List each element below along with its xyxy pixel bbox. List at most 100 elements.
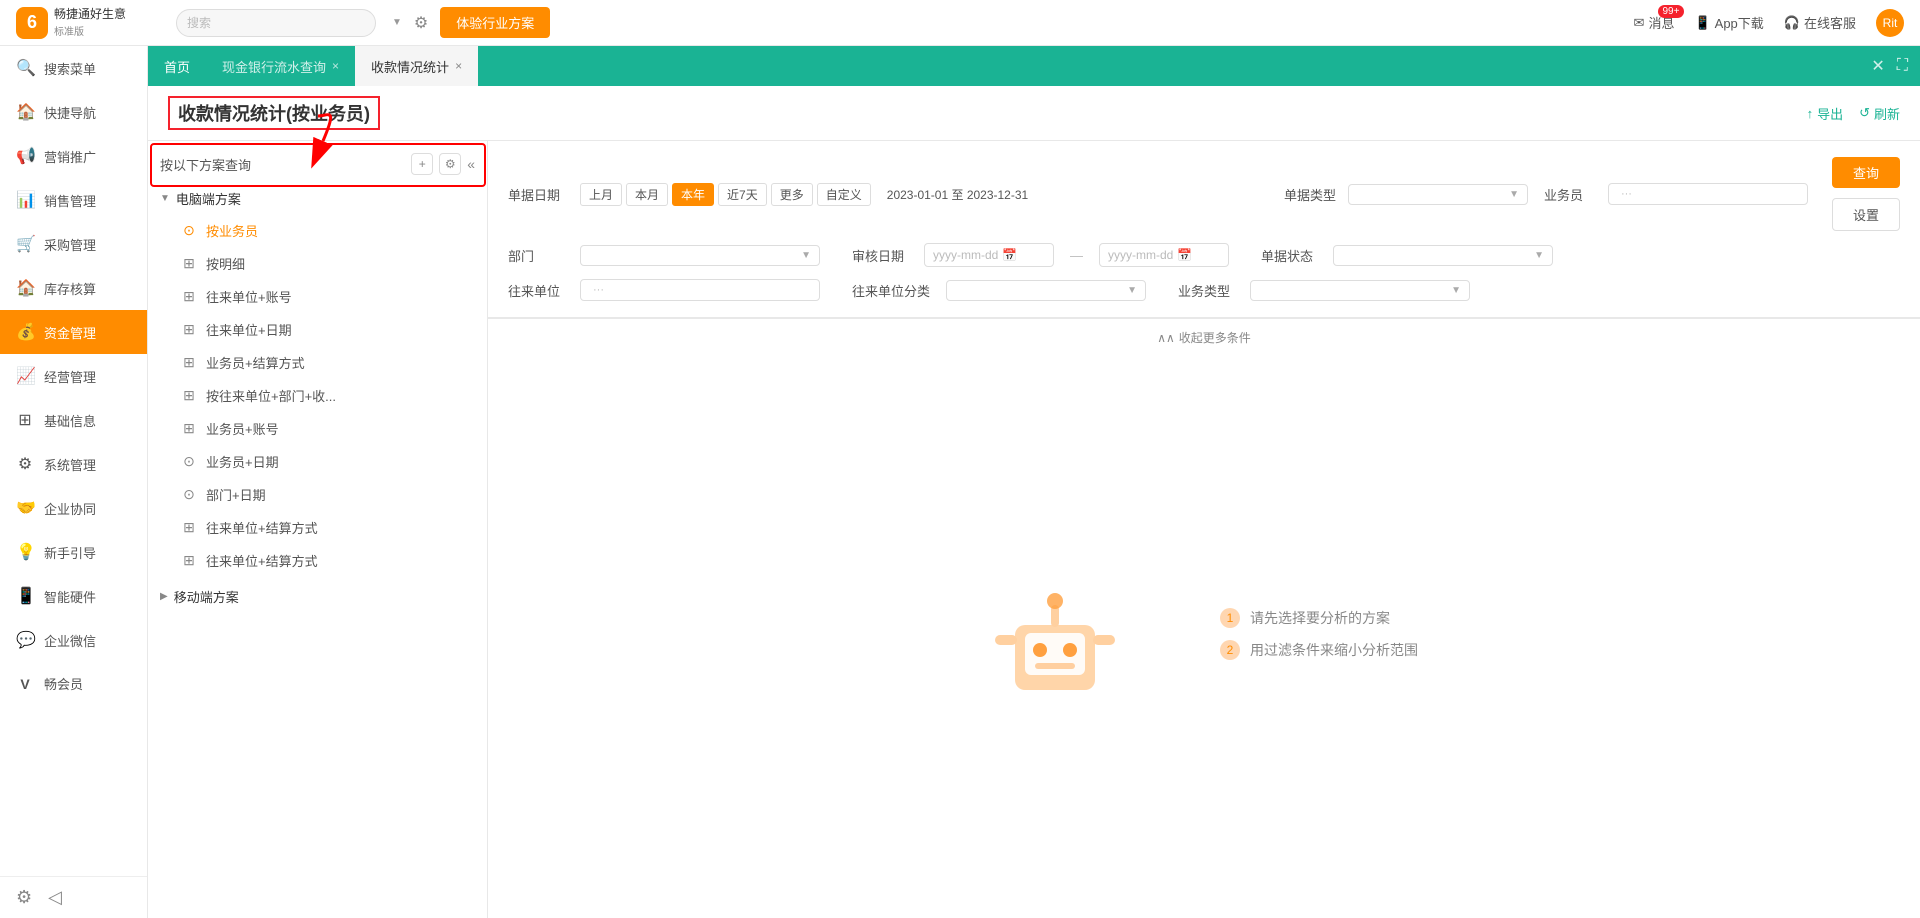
review-date-start[interactable]: yyyy-mm-dd 📅 — [924, 243, 1054, 267]
scheme-item-by-detail[interactable]: ⊞ 按明细 — [148, 247, 487, 280]
salesman-account-label: 业务员+账号 — [206, 419, 279, 438]
filter-row-partner: 往来单位 ··· 往来单位分类 ▼ 业务类型 ▼ — [508, 279, 1900, 301]
salesman-select[interactable]: ··· — [1608, 183, 1808, 205]
biz-type-arrow-icon: ▼ — [1451, 285, 1461, 296]
vip-icon: V — [16, 676, 34, 692]
scheme-settings-icon[interactable]: ⚙ — [439, 153, 461, 175]
shortcut-more[interactable]: 更多 — [771, 183, 813, 206]
sidebar-item-label: 销售管理 — [44, 191, 96, 210]
scheme-item-partner-date[interactable]: ⊞ 往来单位+日期 — [148, 313, 487, 346]
sidebar-item-label: 搜索菜单 — [44, 59, 96, 78]
enterprise-icon: 🤝 — [16, 498, 34, 518]
biz-type-select[interactable]: ▼ — [1250, 280, 1470, 301]
sidebar-item-basic[interactable]: ⊞ 基础信息 — [0, 398, 147, 442]
scheme-item-salesman-account[interactable]: ⊞ 业务员+账号 — [148, 412, 487, 445]
collapse-bottom-icon[interactable]: ◁ — [48, 887, 62, 908]
mobile-group-arrow: ▶ — [160, 591, 168, 602]
sidebar-item-finance[interactable]: 💰 资金管理 — [0, 310, 147, 354]
search-bar[interactable]: 搜索 — [176, 9, 376, 37]
panel-collapse-icon[interactable]: « — [467, 156, 475, 172]
refresh-button[interactable]: ↺ 刷新 — [1859, 104, 1900, 123]
right-panel: 单据日期 上月 本月 本年 近7天 更多 自定义 2023-01-01 至 20… — [488, 141, 1920, 918]
user-avatar[interactable]: Rit — [1876, 9, 1904, 37]
guide-icon: 💡 — [16, 542, 34, 562]
tip-num-1: 1 — [1220, 608, 1240, 628]
sidebar-item-operations[interactable]: 📈 经营管理 — [0, 354, 147, 398]
sidebar-item-warehouse[interactable]: 🏠 库存核算 — [0, 266, 147, 310]
scheme-item-partner-dept[interactable]: ⊞ 按往来单位+部门+收... — [148, 379, 487, 412]
export-label: 导出 — [1817, 104, 1843, 123]
doc-status-select[interactable]: ▼ — [1333, 245, 1553, 266]
sidebar-item-enterprise[interactable]: 🤝 企业协同 — [0, 486, 147, 530]
operations-icon: 📈 — [16, 366, 34, 386]
scheme-item-partner-account[interactable]: ⊞ 往来单位+账号 — [148, 280, 487, 313]
calendar-icon-1: 📅 — [1002, 248, 1017, 262]
header-dropdown-arrow[interactable]: ▼ — [392, 17, 402, 28]
mobile-group-header[interactable]: ▶ 移动端方案 — [148, 581, 487, 612]
add-scheme-button[interactable]: + — [411, 153, 433, 175]
sidebar-item-search-menu[interactable]: 🔍 搜索菜单 — [0, 46, 147, 90]
gear-icon[interactable]: ⚙ — [414, 13, 428, 33]
partner-settle1-label: 往来单位+结算方式 — [206, 518, 318, 537]
desktop-group-header[interactable]: ▼ 电脑端方案 — [148, 183, 487, 214]
scheme-item-partner-settle2[interactable]: ⊞ 往来单位+结算方式 — [148, 544, 487, 577]
salesman-settle-icon: ⊞ — [180, 354, 198, 371]
sidebar-item-purchase[interactable]: 🛒 采购管理 — [0, 222, 147, 266]
logo-text: 畅捷通好生意 — [54, 7, 126, 23]
sidebar-item-quick-nav[interactable]: 🏠 快捷导航 — [0, 90, 147, 134]
sidebar-item-vip[interactable]: V 畅会员 — [0, 662, 147, 705]
export-button[interactable]: ↑ 导出 — [1807, 104, 1844, 123]
scheme-item-dept-date[interactable]: ⊙ 部门+日期 — [148, 478, 487, 511]
online-service-item[interactable]: 🎧 在线客服 — [1784, 13, 1856, 32]
review-date-end[interactable]: yyyy-mm-dd 📅 — [1099, 243, 1229, 267]
shortcut-7days[interactable]: 近7天 — [718, 183, 767, 206]
left-panel: 按以下方案查询 + ⚙ « ▼ 电脑端方案 ⊙ 按业务员 ⊞ 按明细 — [148, 141, 488, 918]
biz-type-label: 业务类型 — [1178, 281, 1234, 300]
collapse-label: 收起更多条件 — [1179, 329, 1251, 346]
tab-expand-icon[interactable]: ⛶ — [1897, 57, 1908, 75]
messages-item[interactable]: ✉ 消息 99+ — [1634, 13, 1675, 32]
calendar-icon-2: 📅 — [1177, 248, 1192, 262]
tab-close-all-icon[interactable]: ✕ — [1871, 56, 1884, 76]
shortcut-this-month[interactable]: 本月 — [626, 183, 668, 206]
collapse-more-bar[interactable]: ∧∧ 收起更多条件 — [488, 318, 1920, 356]
tab-home[interactable]: 首页 — [148, 46, 206, 86]
query-button[interactable]: 查询 — [1832, 157, 1900, 188]
logo-area: 6 畅捷通好生意 标准版 — [16, 7, 164, 39]
scheme-item-partner-settle1[interactable]: ⊞ 往来单位+结算方式 — [148, 511, 487, 544]
review-date-start-text: yyyy-mm-dd — [933, 248, 998, 262]
tab-bank-flow-close[interactable]: × — [332, 59, 339, 73]
doc-type-select[interactable]: ▼ — [1348, 184, 1528, 205]
shortcut-custom[interactable]: 自定义 — [817, 183, 871, 206]
sidebar-item-sales[interactable]: 📊 销售管理 — [0, 178, 147, 222]
sidebar: 🔍 搜索菜单 🏠 快捷导航 📢 营销推广 📊 销售管理 🛒 采购管理 🏠 库存核… — [0, 46, 148, 918]
app-download-item[interactable]: 📱 App下载 — [1694, 13, 1763, 32]
settings-button[interactable]: 设置 — [1832, 198, 1900, 231]
tab-receipt-stat[interactable]: 收款情况统计 × — [355, 46, 478, 86]
sidebar-item-wechat[interactable]: 💬 企业微信 — [0, 618, 147, 662]
partner-dept-label: 按往来单位+部门+收... — [206, 386, 336, 405]
desktop-scheme-group: ▼ 电脑端方案 ⊙ 按业务员 ⊞ 按明细 ⊞ 往来单位+账号 ⊞ 往来单位+ — [148, 183, 487, 577]
sidebar-item-label: 资金管理 — [44, 323, 96, 342]
header-middle: 搜索 ▼ ⚙ 体验行业方案 — [164, 7, 1634, 38]
sidebar-item-system[interactable]: ⚙ 系统管理 — [0, 442, 147, 486]
scheme-item-salesman-settle[interactable]: ⊞ 业务员+结算方式 — [148, 346, 487, 379]
trial-button[interactable]: 体验行业方案 — [440, 7, 550, 38]
tab-receipt-stat-close[interactable]: × — [455, 59, 462, 73]
sidebar-bottom: ⚙ ◁ — [0, 876, 147, 918]
scheme-item-salesman-date[interactable]: ⊙ 业务员+日期 — [148, 445, 487, 478]
sidebar-item-marketing[interactable]: 📢 营销推广 — [0, 134, 147, 178]
sidebar-item-label: 采购管理 — [44, 235, 96, 254]
shortcut-last-month[interactable]: 上月 — [580, 183, 622, 206]
dept-select[interactable]: ▼ — [580, 245, 820, 266]
service-icon: 🎧 — [1784, 15, 1800, 31]
settings-bottom-icon[interactable]: ⚙ — [16, 887, 32, 908]
shortcut-this-year[interactable]: 本年 — [672, 183, 714, 206]
logo-badge: 标准版 — [54, 23, 126, 38]
partner-category-select[interactable]: ▼ — [946, 280, 1146, 301]
tab-bank-flow[interactable]: 现金银行流水查询 × — [206, 46, 355, 86]
sidebar-item-smart-hw[interactable]: 📱 智能硬件 — [0, 574, 147, 618]
partner-select[interactable]: ··· — [580, 279, 820, 301]
sidebar-item-guide[interactable]: 💡 新手引导 — [0, 530, 147, 574]
scheme-item-by-salesman[interactable]: ⊙ 按业务员 — [148, 214, 487, 247]
